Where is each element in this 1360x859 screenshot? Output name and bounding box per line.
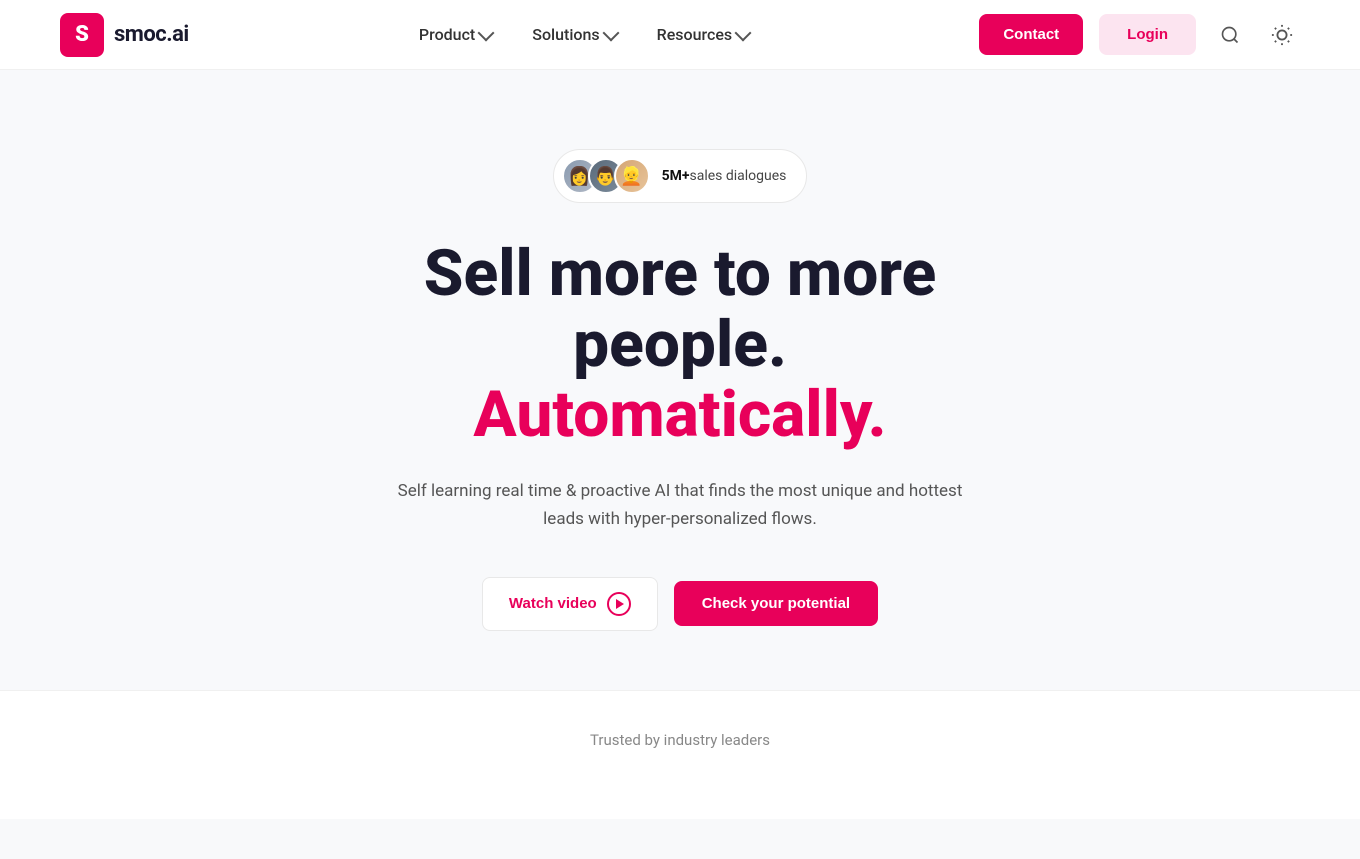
logo-area: S smoc.ai — [60, 13, 189, 57]
contact-button[interactable]: Contact — [979, 14, 1083, 55]
hero-title-line1: Sell more to more — [424, 239, 936, 309]
logo-text: smoc.ai — [114, 22, 189, 47]
hero-title-accent: Automatically. — [473, 377, 886, 452]
hero-section: 👩 👨 👱 5M+sales dialogues Sell more to mo… — [0, 70, 1360, 690]
avatar-group: 👩 👨 👱 — [562, 158, 650, 194]
social-proof-count: 5M+ — [662, 168, 690, 184]
nav-item-product[interactable]: Product — [419, 25, 492, 44]
trusted-section: Trusted by industry leaders — [0, 690, 1360, 819]
navbar-actions: Contact Login — [979, 14, 1300, 55]
search-button[interactable] — [1212, 17, 1248, 53]
theme-toggle-button[interactable] — [1264, 17, 1300, 53]
hero-subtitle: Self learning real time & proactive AI t… — [390, 478, 970, 532]
trusted-label: Trusted by industry leaders — [20, 731, 1340, 749]
social-proof-badge: 👩 👨 👱 5M+sales dialogues — [553, 149, 808, 203]
nav-item-resources-label: Resources — [657, 25, 733, 44]
play-triangle-icon — [616, 599, 624, 609]
nav-item-solutions-label: Solutions — [532, 25, 599, 44]
social-proof-text: 5M+sales dialogues — [662, 168, 787, 184]
search-icon — [1220, 25, 1240, 45]
logo-letter: S — [75, 22, 89, 47]
hero-title: Sell more to more people. Automatically. — [424, 239, 936, 450]
chevron-down-icon — [478, 24, 495, 41]
nav-item-product-label: Product — [419, 25, 475, 44]
watch-video-button[interactable]: Watch video — [482, 577, 658, 631]
navbar: S smoc.ai Product Solutions Resources Co… — [0, 0, 1360, 70]
social-proof-suffix: sales dialogues — [690, 168, 787, 184]
check-potential-button[interactable]: Check your potential — [674, 581, 878, 626]
play-icon — [607, 592, 631, 616]
logo-icon: S — [60, 13, 104, 57]
hero-title-line2: people. — [424, 310, 936, 380]
avatar: 👱 — [614, 158, 650, 194]
nav-item-resources[interactable]: Resources — [657, 25, 750, 44]
theme-icon — [1271, 24, 1293, 46]
login-button[interactable]: Login — [1099, 14, 1196, 55]
nav-menu: Product Solutions Resources — [419, 25, 749, 44]
chevron-down-icon — [735, 24, 752, 41]
hero-cta: Watch video Check your potential — [482, 577, 878, 631]
watch-video-label: Watch video — [509, 595, 597, 612]
chevron-down-icon — [602, 24, 619, 41]
nav-item-solutions[interactable]: Solutions — [532, 25, 616, 44]
